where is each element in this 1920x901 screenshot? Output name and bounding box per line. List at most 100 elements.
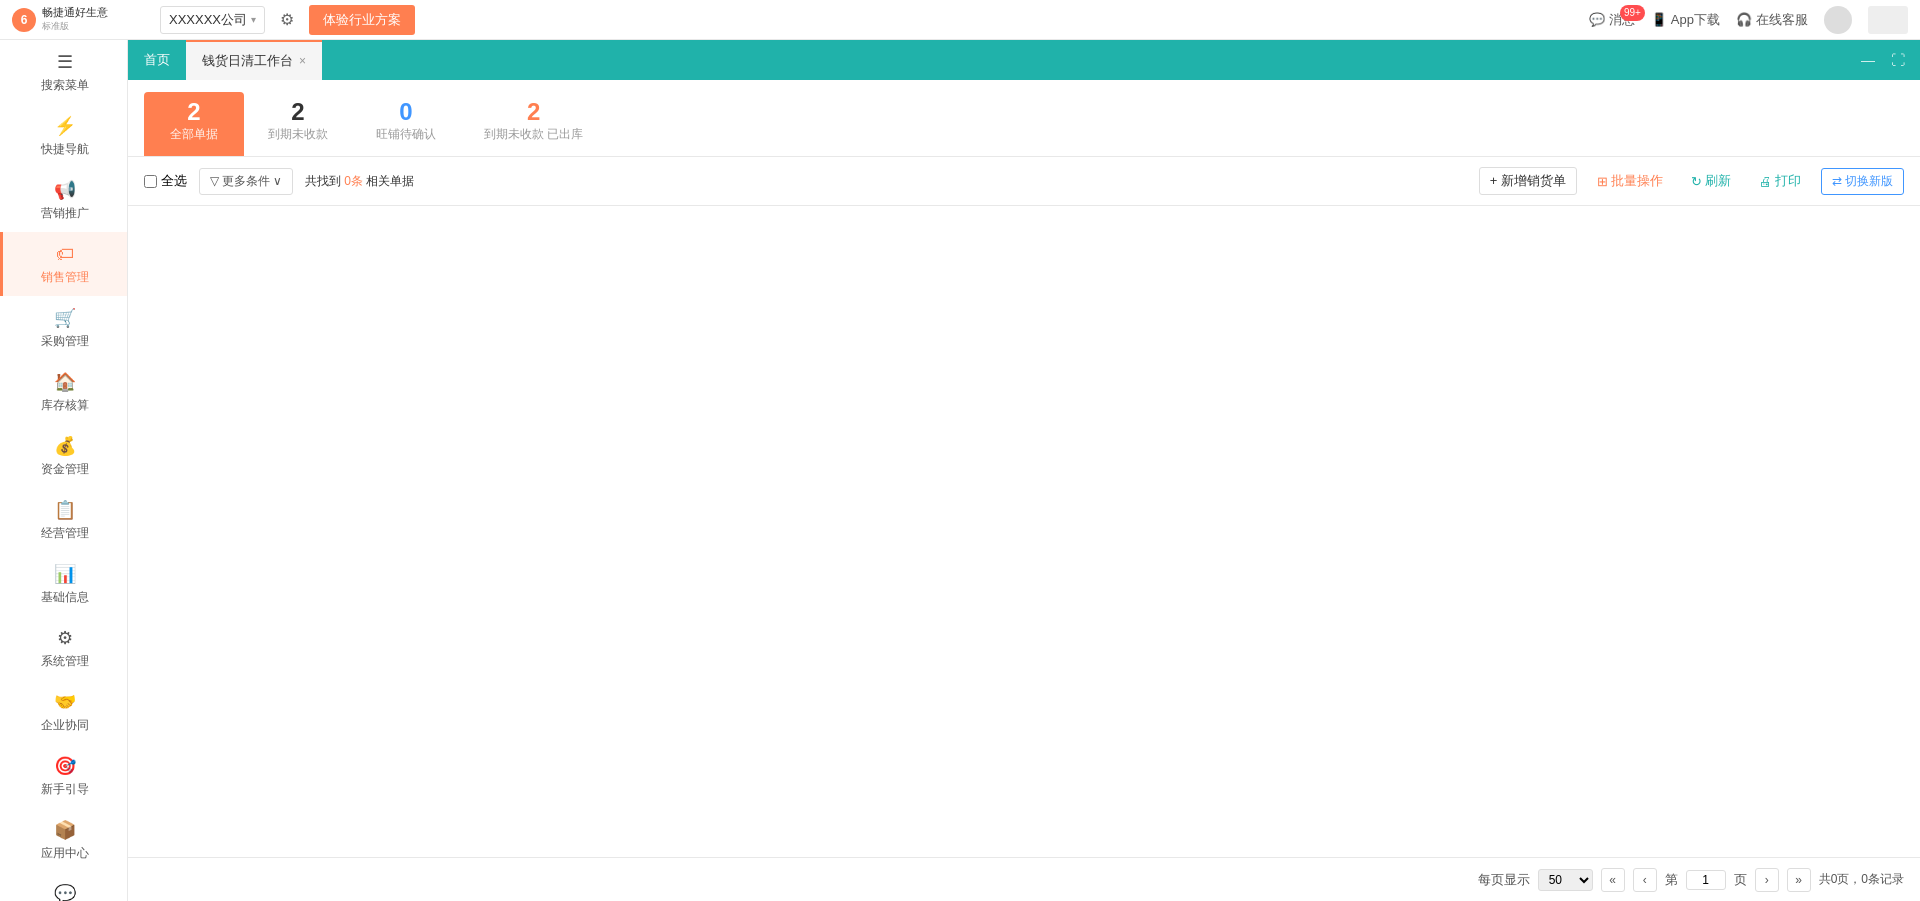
online-service-button[interactable]: 🎧 在线客服 [1736, 11, 1808, 29]
header-right: 💬 消息 99+ 📱 App下载 🎧 在线客服 [1589, 6, 1908, 34]
sidebar-item-finance[interactable]: 💰 资金管理 [0, 424, 127, 488]
print-icon: 🖨 [1759, 174, 1772, 189]
table-area [128, 206, 1920, 857]
basic-info-icon: 📊 [53, 562, 77, 586]
settings-button[interactable]: ⚙ [273, 6, 301, 34]
sidebar-item-quick[interactable]: ⚡ 快捷导航 [0, 104, 127, 168]
tab-controls: — ⛶ [1854, 46, 1920, 74]
page-prefix: 第 [1665, 871, 1678, 889]
message-button[interactable]: 💬 消息 99+ [1589, 11, 1635, 29]
message-badge: 99+ [1620, 5, 1645, 21]
stat-tab-overdue[interactable]: 2 到期未收款 [244, 92, 352, 156]
purchase-icon: 🛒 [53, 306, 77, 330]
stat-label-overdue: 到期未收款 [268, 126, 328, 143]
system-icon: ⚙ [53, 626, 77, 650]
toolbar: 全选 ▽ 更多条件 ∨ 共找到 0条 相关单据 + 新增销货单 [128, 157, 1920, 206]
company-selector[interactable]: XXXXXX公司 ▾ [160, 6, 265, 34]
first-page-button[interactable]: « [1601, 868, 1625, 892]
sidebar-item-appcenter[interactable]: 📦 应用中心 [0, 808, 127, 872]
appcenter-icon: 📦 [53, 818, 77, 842]
sidebar-item-search[interactable]: ☰ 搜索菜单 [0, 40, 127, 104]
logo-text: 畅捷通好生意 [42, 6, 108, 19]
sidebar-item-marketing[interactable]: 📢 营销推广 [0, 168, 127, 232]
switch-icon: ⇄ [1832, 174, 1842, 188]
tab-close-icon[interactable]: × [299, 54, 306, 68]
company-name: XXXXXX公司 [169, 11, 247, 29]
sidebar-item-wechat[interactable]: 💬 企业微信 [0, 872, 127, 901]
page-number-input[interactable] [1686, 870, 1726, 890]
sidebar-item-purchase[interactable]: 🛒 采购管理 [0, 296, 127, 360]
refresh-button[interactable]: ↻ 刷新 [1683, 168, 1739, 194]
filter-chevron-icon: ∨ [273, 174, 282, 188]
sidebar: ☰ 搜索菜单 ⚡ 快捷导航 📢 营销推广 🏷 销售管理 🛒 采购管理 🏠 库存核… [0, 40, 128, 901]
batch-icon: ⊞ [1597, 174, 1608, 189]
wechat-icon: 💬 [53, 882, 77, 901]
toolbar-right: + 新增销货单 ⊞ 批量操作 ↻ 刷新 🖨 打印 ⇄ [1479, 167, 1904, 195]
switch-new-version-button[interactable]: ⇄ 切换新版 [1821, 168, 1904, 195]
tab-maximize-button[interactable]: ⛶ [1884, 46, 1912, 74]
trial-button[interactable]: 体验行业方案 [309, 5, 415, 35]
page-suffix: 页 [1734, 871, 1747, 889]
user-name[interactable] [1868, 6, 1908, 34]
page-total: 共0页，0条记录 [1819, 871, 1904, 888]
avatar[interactable] [1824, 6, 1852, 34]
sidebar-item-operation[interactable]: 📋 经营管理 [0, 488, 127, 552]
footer-pagination: 每页显示 50 100 200 « ‹ 第 页 › » 共0页，0条记录 [128, 857, 1920, 901]
found-text: 共找到 0条 相关单据 [305, 173, 414, 190]
stat-tab-overdue-shipped[interactable]: 2 到期未收款 已出库 [460, 92, 607, 156]
filter-button[interactable]: ▽ 更多条件 ∨ [199, 168, 293, 195]
tab-workbench[interactable]: 钱货日清工作台 × [186, 40, 322, 80]
chevron-down-icon: ▾ [251, 14, 256, 25]
sidebar-item-system[interactable]: ⚙ 系统管理 [0, 616, 127, 680]
download-icon: 📱 [1651, 12, 1667, 27]
service-icon: 🎧 [1736, 12, 1752, 27]
enterprise-icon: 🤝 [53, 690, 77, 714]
guide-icon: 🎯 [53, 754, 77, 778]
main-layout: ☰ 搜索菜单 ⚡ 快捷导航 📢 营销推广 🏷 销售管理 🛒 采购管理 🏠 库存核… [0, 40, 1920, 901]
add-sales-order-button[interactable]: + 新增销货单 [1479, 167, 1577, 195]
stat-num-overdue-shipped: 2 [527, 100, 540, 124]
stat-label-all: 全部单据 [170, 126, 218, 143]
batch-operation-button[interactable]: ⊞ 批量操作 [1589, 168, 1671, 194]
stat-label-overdue-shipped: 到期未收款 已出库 [484, 126, 583, 143]
found-count: 0条 [344, 174, 363, 188]
stat-tab-wangpu[interactable]: 0 旺铺待确认 [352, 92, 460, 156]
logo-icon: 6 [12, 8, 36, 32]
sidebar-item-sales[interactable]: 🏷 销售管理 [0, 232, 127, 296]
logo-area: 6 畅捷通好生意 标准版 [12, 6, 140, 32]
print-button[interactable]: 🖨 打印 [1751, 168, 1809, 194]
sidebar-item-basic[interactable]: 📊 基础信息 [0, 552, 127, 616]
tab-minimize-button[interactable]: — [1854, 46, 1882, 74]
last-page-button[interactable]: » [1787, 868, 1811, 892]
sidebar-item-newguide[interactable]: 🎯 新手引导 [0, 744, 127, 808]
top-header: 6 畅捷通好生意 标准版 XXXXXX公司 ▾ ⚙ 体验行业方案 💬 消息 99… [0, 0, 1920, 40]
stat-num-all: 2 [187, 100, 200, 124]
operation-icon: 📋 [53, 498, 77, 522]
sidebar-item-inventory[interactable]: 🏠 库存核算 [0, 360, 127, 424]
inventory-icon: 🏠 [53, 370, 77, 394]
finance-icon: 💰 [53, 434, 77, 458]
content-area: 首页 钱货日清工作台 × — ⛶ 2 全部单据 2 到期未收款 [128, 40, 1920, 901]
select-all-checkbox[interactable]: 全选 [144, 172, 187, 190]
tab-home[interactable]: 首页 [128, 40, 186, 80]
app-download-button[interactable]: 📱 App下载 [1651, 11, 1720, 29]
stat-num-wangpu: 0 [399, 100, 412, 124]
refresh-icon: ↻ [1691, 174, 1702, 189]
logo-sub: 标准版 [42, 20, 108, 33]
sidebar-item-enterprise[interactable]: 🤝 企业协同 [0, 680, 127, 744]
next-page-button[interactable]: › [1755, 868, 1779, 892]
checkbox-input[interactable] [144, 175, 157, 188]
search-menu-icon: ☰ [53, 50, 77, 74]
message-icon: 💬 [1589, 12, 1605, 27]
stats-tabs: 2 全部单据 2 到期未收款 0 旺铺待确认 2 到期未收款 已出库 [128, 80, 1920, 157]
per-page-label: 每页显示 [1478, 871, 1530, 889]
inner-content: 2 全部单据 2 到期未收款 0 旺铺待确认 2 到期未收款 已出库 [128, 80, 1920, 901]
stat-num-overdue: 2 [291, 100, 304, 124]
stat-tab-all[interactable]: 2 全部单据 [144, 92, 244, 156]
filter-icon: ▽ [210, 174, 219, 188]
quick-nav-icon: ⚡ [53, 114, 77, 138]
prev-page-button[interactable]: ‹ [1633, 868, 1657, 892]
tab-bar: 首页 钱货日清工作台 × — ⛶ [128, 40, 1920, 80]
per-page-select[interactable]: 50 100 200 [1538, 869, 1593, 891]
marketing-icon: 📢 [53, 178, 77, 202]
